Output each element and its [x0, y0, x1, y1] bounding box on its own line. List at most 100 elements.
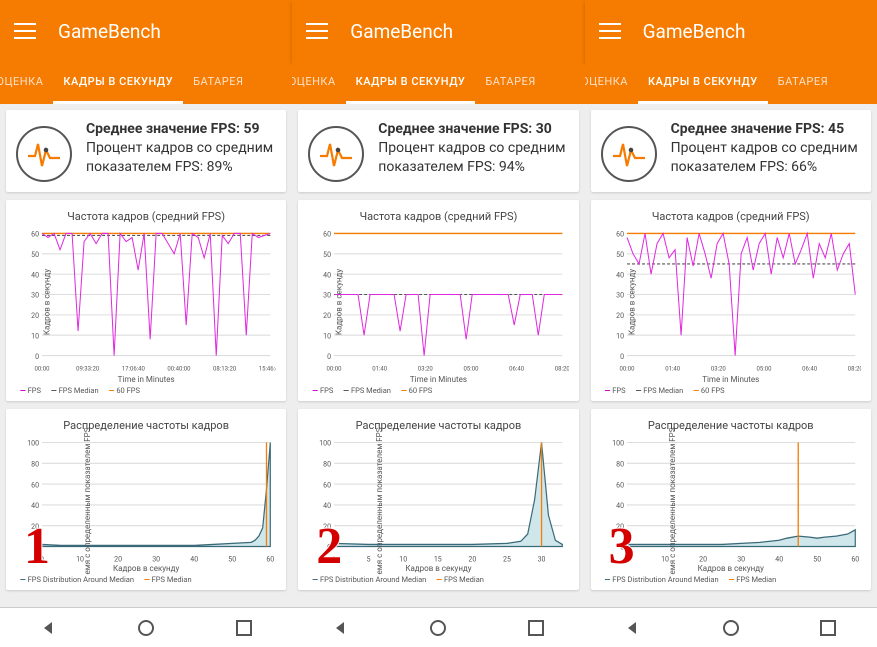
content-area: Среднее значение FPS: 45 Процент кадров …: [585, 104, 877, 607]
svg-text:100: 100: [320, 438, 332, 447]
svg-text:60: 60: [266, 554, 274, 563]
svg-text:40: 40: [31, 270, 39, 279]
legend-fps: FPS: [20, 386, 41, 395]
nav-home-icon[interactable]: [134, 616, 158, 640]
fps-over-time-card: Частота кадров (средний FPS) Кадров в се…: [6, 200, 286, 401]
svg-text:20: 20: [699, 554, 707, 563]
svg-text:40: 40: [323, 270, 331, 279]
nav-back-icon[interactable]: [329, 616, 353, 640]
svg-text:20: 20: [616, 311, 624, 320]
dist-chart[interactable]: емя с определенным показателем FPS 02040…: [308, 436, 568, 566]
avg-fps-value: 59: [243, 121, 259, 137]
dist-y-axis-label: емя с определенным показателем FPS: [375, 428, 384, 575]
menu-icon[interactable]: [14, 20, 36, 42]
overlay-number: 1: [24, 517, 50, 576]
nav-back-icon[interactable]: [621, 616, 645, 640]
svg-text:30: 30: [616, 290, 624, 299]
fps-summary-text: Среднее значение FPS: 30 Процент кадров …: [378, 120, 568, 177]
fps-chart-title: Частота кадров (средний FPS): [601, 210, 861, 223]
dist-chart-title: Распределение частоты кадров: [601, 419, 861, 432]
android-nav-bar: [292, 607, 584, 647]
svg-text:60: 60: [616, 229, 624, 238]
avg-fps-label: Среднее значение FPS:: [86, 121, 240, 137]
legend-dist: FPS Distribution Around Median: [20, 575, 134, 584]
tab-overall[interactable]: АЯ ОЦЕНКА: [0, 62, 53, 104]
fps-chart[interactable]: Кадров в секунду 010203040506000:0001:40…: [601, 227, 861, 377]
fps-summary-text: Среднее значение FPS: 59 Процент кадров …: [86, 120, 276, 177]
svg-text:5: 5: [367, 554, 371, 563]
tab-fps[interactable]: КАДРЫ В СЕКУНДУ: [346, 62, 476, 104]
nav-recent-icon[interactable]: [524, 616, 548, 640]
tab-fps[interactable]: КАДРЫ В СЕКУНДУ: [638, 62, 768, 104]
fps-line-chart-svg: 010203040506000:0001:4003:2005:0006:4008…: [601, 227, 861, 377]
app-title: GameBench: [350, 20, 453, 43]
dist-chart-svg: 0204060801000102030405060: [16, 436, 276, 566]
svg-text:20: 20: [469, 554, 477, 563]
svg-text:03:20: 03:20: [710, 364, 725, 372]
nav-recent-icon[interactable]: [816, 616, 840, 640]
svg-text:30: 30: [323, 290, 331, 299]
menu-icon[interactable]: [306, 20, 328, 42]
svg-text:03:20: 03:20: [418, 364, 433, 372]
svg-text:80: 80: [616, 459, 624, 468]
svg-text:06:40: 06:40: [509, 364, 524, 372]
legend-dist: FPS Distribution Around Median: [312, 575, 426, 584]
avg-fps-value: 45: [828, 121, 844, 137]
nav-recent-icon[interactable]: [232, 616, 256, 640]
fps-pulse-icon: [16, 126, 72, 182]
svg-text:40: 40: [775, 554, 783, 563]
nav-back-icon[interactable]: [37, 616, 61, 640]
screenshot-pane-1: GameBench АЯ ОЦЕНКА КАДРЫ В СЕКУНДУ БАТА…: [0, 0, 292, 647]
tab-fps[interactable]: КАДРЫ В СЕКУНДУ: [53, 62, 183, 104]
svg-text:40: 40: [31, 501, 39, 510]
tab-bar: АЯ ОЦЕНКА КАДРЫ В СЕКУНДУ БАТАРЕЯ: [0, 62, 292, 104]
svg-text:10: 10: [323, 331, 331, 340]
fps-stability-text: Процент кадров со средним показателем FP…: [86, 139, 276, 177]
svg-text:00:00: 00:00: [327, 364, 342, 372]
tab-battery[interactable]: БАТАРЕЯ: [183, 62, 253, 104]
dist-legend: FPS Distribution Around Median FPS Media…: [601, 573, 861, 586]
tab-overall[interactable]: АЯ ОЦЕНКА: [585, 62, 638, 104]
fps-chart[interactable]: Кадров в секунду 010203040506000:0009:33…: [16, 227, 276, 377]
svg-text:40: 40: [323, 501, 331, 510]
fps-line-chart-svg: 010203040506000:0009:33:2017:06:4000:40:…: [16, 227, 276, 377]
tab-battery[interactable]: БАТАРЕЯ: [475, 62, 545, 104]
tab-bar: АЯ ОЦЕНКА КАДРЫ В СЕКУНДУ БАТАРЕЯ: [585, 62, 877, 104]
y-axis-label: Кадров в секунду: [627, 269, 636, 335]
svg-text:30: 30: [737, 554, 745, 563]
fps-stability-text: Процент кадров со средним показателем FP…: [671, 139, 861, 177]
menu-icon[interactable]: [599, 20, 621, 42]
fps-pulse-icon: [601, 126, 657, 182]
app-header: GameBench: [292, 0, 584, 62]
legend-dist-median: FPS Median: [729, 575, 777, 584]
nav-home-icon[interactable]: [426, 616, 450, 640]
dist-y-axis-label: емя с определенным показателем FPS: [83, 428, 92, 575]
y-axis-label: Кадров в секунду: [335, 269, 344, 335]
fps-summary-card: Среднее значение FPS: 59 Процент кадров …: [6, 110, 286, 192]
svg-text:09:33:20: 09:33:20: [76, 364, 100, 372]
svg-text:10: 10: [400, 554, 408, 563]
legend-fps: FPS: [605, 386, 626, 395]
fps-over-time-card: Частота кадров (средний FPS) Кадров в се…: [298, 200, 578, 401]
nav-home-icon[interactable]: [719, 616, 743, 640]
fps-chart[interactable]: Кадров в секунду 010203040506000:0001:40…: [308, 227, 568, 377]
dist-legend: FPS Distribution Around Median FPS Media…: [16, 573, 276, 586]
fps-stability-text: Процент кадров со средним показателем FP…: [378, 139, 568, 177]
tab-overall[interactable]: АЯ ОЦЕНКА: [292, 62, 345, 104]
svg-text:30: 30: [152, 554, 160, 563]
svg-text:00:00: 00:00: [619, 364, 634, 372]
dist-chart[interactable]: емя с определенным показателем FPS 02040…: [601, 436, 861, 566]
svg-text:100: 100: [27, 438, 39, 447]
dist-legend: FPS Distribution Around Median FPS Media…: [308, 573, 568, 586]
fps-legend: FPS FPS Median 60 FPS: [601, 384, 861, 397]
svg-text:25: 25: [503, 554, 511, 563]
dist-chart[interactable]: емя с определенным показателем FPS 02040…: [16, 436, 276, 566]
svg-text:05:00: 05:00: [756, 364, 771, 372]
svg-text:40: 40: [616, 501, 624, 510]
fps-summary-card: Среднее значение FPS: 45 Процент кадров …: [591, 110, 871, 192]
tab-battery[interactable]: БАТАРЕЯ: [768, 62, 838, 104]
content-area: Среднее значение FPS: 59 Процент кадров …: [0, 104, 292, 607]
fps-distribution-card: Распределение частоты кадров емя с опред…: [298, 409, 578, 590]
tab-bar: АЯ ОЦЕНКА КАДРЫ В СЕКУНДУ БАТАРЕЯ: [292, 62, 584, 104]
screenshot-pane-3: GameBench АЯ ОЦЕНКА КАДРЫ В СЕКУНДУ БАТА…: [585, 0, 877, 647]
